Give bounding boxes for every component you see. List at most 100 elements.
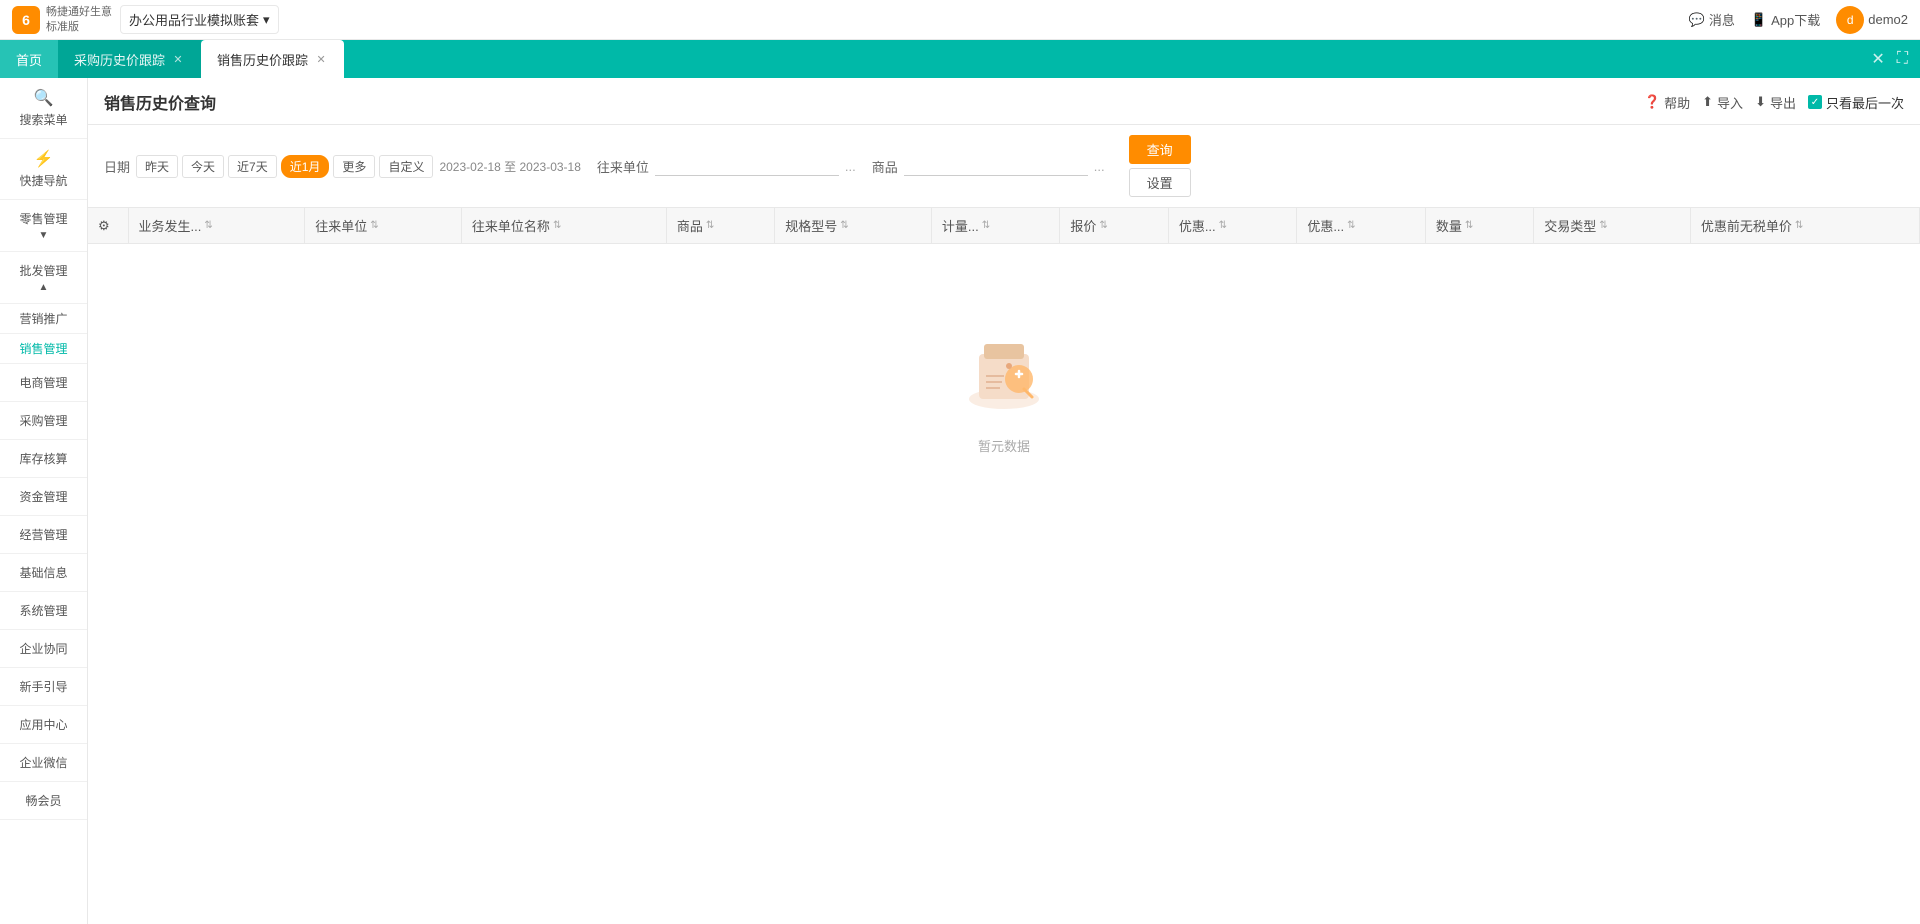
sidebar-item-ecommerce[interactable]: 电商管理: [0, 364, 87, 402]
sidebar-item-basic[interactable]: 基础信息: [0, 554, 87, 592]
sidebar-item-sales-mgmt[interactable]: 销售管理: [0, 334, 87, 364]
app-selector-label: 办公用品行业模拟账套: [129, 10, 259, 29]
chevron-down-icon: ▼: [39, 230, 49, 241]
col-spec[interactable]: 规格型号 ⇅: [775, 208, 932, 244]
sort-icon: ⇅: [1219, 220, 1227, 231]
sort-icon: ⇅: [982, 220, 990, 231]
date-btn-more[interactable]: 更多: [333, 155, 375, 178]
app-icon: 📱: [1751, 12, 1767, 28]
dropdown-icon: ▾: [263, 12, 270, 28]
chevron-up-icon: ▲: [39, 282, 49, 293]
sort-icon: ⇅: [204, 220, 212, 231]
settings-icon: ⚙: [98, 218, 110, 233]
col-settings[interactable]: ⚙: [88, 208, 128, 244]
sidebar-item-wholesale[interactable]: 批发管理 ▲: [0, 252, 87, 304]
sidebar-item-appstore[interactable]: 应用中心: [0, 706, 87, 744]
sidebar-label-ecommerce: 电商管理: [19, 374, 67, 391]
date-btn-yesterday[interactable]: 昨天: [136, 155, 178, 178]
sidebar-item-member[interactable]: 畅会员: [0, 782, 87, 820]
col-discount2[interactable]: 优惠... ⇅: [1297, 208, 1426, 244]
sidebar-item-inventory[interactable]: 库存核算: [0, 440, 87, 478]
date-range-display: 2023-02-18 至 2023-03-18: [439, 158, 580, 175]
tab-purchase-label: 采购历史价跟踪: [74, 50, 165, 69]
sidebar-item-finance[interactable]: 资金管理: [0, 478, 87, 516]
sidebar-label-inventory: 库存核算: [19, 450, 67, 467]
col-trade-type[interactable]: 交易类型 ⇅: [1534, 208, 1691, 244]
export-btn[interactable]: ⬇ 导出: [1755, 93, 1796, 112]
sidebar-item-shortcut[interactable]: ⚡ 快捷导航: [0, 139, 87, 200]
col-unit[interactable]: 计量... ⇅: [931, 208, 1060, 244]
date-btn-today[interactable]: 今天: [182, 155, 224, 178]
top-bar-left: 6 畅捷通好生意标准版 办公用品行业模拟账套 ▾: [12, 5, 279, 34]
empty-state: 暂元数据: [88, 244, 1920, 535]
help-btn[interactable]: ❓ 帮助: [1644, 93, 1690, 112]
col-partner-code[interactable]: 往来单位 ⇅: [305, 208, 462, 244]
date-btn-7days[interactable]: 近7天: [228, 155, 277, 178]
sidebar-label-enterprise: 企业协同: [19, 640, 67, 657]
maximize-btn[interactable]: ⛶: [1893, 46, 1912, 72]
col-product[interactable]: 商品 ⇅: [666, 208, 774, 244]
content-area: 销售历史价查询 ❓ 帮助 ⬆ 导入 ⬇ 导出 ✓: [88, 78, 1920, 924]
sidebar-label-system: 系统管理: [19, 602, 67, 619]
data-table: ⚙ 业务发生... ⇅ 往来单位 ⇅: [88, 208, 1920, 244]
sort-icon: ⇅: [840, 220, 848, 231]
col-partner-name[interactable]: 往来单位名称 ⇅: [461, 208, 666, 244]
app-selector[interactable]: 办公用品行业模拟账套 ▾: [120, 5, 279, 34]
import-icon: ⬆: [1702, 94, 1713, 110]
app-logo: 6: [12, 6, 40, 34]
sidebar-item-search[interactable]: 🔍 搜索菜单: [0, 78, 87, 139]
date-btn-1month[interactable]: 近1月: [281, 155, 330, 178]
product-picker-btn[interactable]: ...: [1094, 159, 1105, 174]
sidebar-item-enterprise[interactable]: 企业协同: [0, 630, 87, 668]
page-header-actions: ❓ 帮助 ⬆ 导入 ⬇ 导出 ✓ 只看最后一次: [1644, 93, 1904, 112]
date-buttons: 昨天 今天 近7天 近1月 更多 自定义: [136, 155, 433, 178]
shortcut-icon: ⚡: [34, 149, 54, 169]
partner-label: 往来单位: [597, 157, 649, 176]
sidebar-item-system[interactable]: 系统管理: [0, 592, 87, 630]
setting-button[interactable]: 设置: [1129, 168, 1191, 197]
logo-area: 6 畅捷通好生意标准版: [12, 5, 112, 34]
main-layout: 🔍 搜索菜单 ⚡ 快捷导航 零售管理 ▼ 批发管理 ▲ 营销推广 销售管理 电商…: [0, 78, 1920, 924]
date-btn-custom[interactable]: 自定义: [379, 155, 433, 178]
partner-input[interactable]: [655, 156, 839, 176]
tab-bar-controls: ✕ ⛶: [1867, 45, 1920, 73]
empty-text: 暂元数据: [978, 436, 1030, 455]
col-pretax-price[interactable]: 优惠前无税单价 ⇅: [1690, 208, 1919, 244]
search-icon: 🔍: [34, 88, 54, 108]
tab-sales[interactable]: 销售历史价跟踪 ✕: [201, 40, 344, 78]
sidebar-item-marketing[interactable]: 营销推广: [0, 304, 87, 334]
tab-home[interactable]: 首页: [0, 40, 58, 78]
partner-picker-btn[interactable]: ...: [845, 159, 856, 174]
import-btn[interactable]: ⬆ 导入: [1702, 93, 1743, 112]
sidebar-item-retail[interactable]: 零售管理 ▼: [0, 200, 87, 252]
sort-icon: ⇅: [1795, 220, 1803, 231]
tab-purchase-close[interactable]: ✕: [171, 52, 185, 66]
sidebar-item-guide[interactable]: 新手引导: [0, 668, 87, 706]
query-button[interactable]: 查询: [1129, 135, 1191, 164]
tab-purchase[interactable]: 采购历史价跟踪 ✕: [58, 40, 201, 78]
product-input[interactable]: [904, 156, 1088, 176]
tab-home-label: 首页: [16, 50, 42, 69]
col-biz-date[interactable]: 业务发生... ⇅: [128, 208, 305, 244]
partner-filter-group: 往来单位 ...: [597, 156, 856, 176]
col-price[interactable]: 报价 ⇅: [1060, 208, 1168, 244]
sidebar-label-wholesale: 批发管理: [19, 262, 67, 279]
tab-sales-close[interactable]: ✕: [314, 52, 328, 66]
only-last-checkbox[interactable]: ✓ 只看最后一次: [1808, 93, 1904, 112]
checkbox-checked-icon: ✓: [1808, 95, 1822, 109]
sort-icon: ⇅: [1099, 220, 1107, 231]
nav-message[interactable]: 💬 消息: [1689, 10, 1735, 29]
sidebar-label-basic: 基础信息: [19, 564, 67, 581]
sidebar-item-operation[interactable]: 经营管理: [0, 516, 87, 554]
nav-app-download[interactable]: 📱 App下载: [1751, 10, 1820, 29]
date-label: 日期: [104, 157, 130, 176]
sidebar-item-purchase[interactable]: 采购管理: [0, 402, 87, 440]
sidebar-label-guide: 新手引导: [19, 678, 67, 695]
user-menu[interactable]: d demo2: [1836, 6, 1908, 34]
sidebar-item-wechat[interactable]: 企业微信: [0, 744, 87, 782]
col-quantity[interactable]: 数量 ⇅: [1425, 208, 1533, 244]
col-discount1[interactable]: 优惠... ⇅: [1168, 208, 1297, 244]
close-all-btn[interactable]: ✕: [1867, 45, 1888, 73]
sort-icon: ⇅: [1599, 220, 1607, 231]
table-container: ⚙ 业务发生... ⇅ 往来单位 ⇅: [88, 208, 1920, 924]
